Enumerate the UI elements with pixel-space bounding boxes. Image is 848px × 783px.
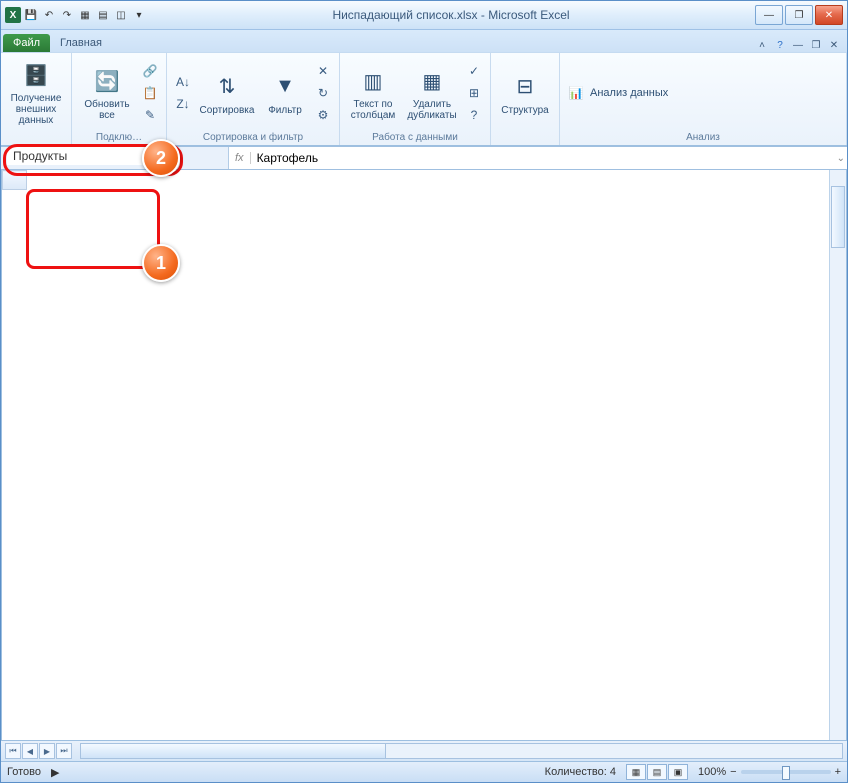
qat-icon[interactable]: ◫ xyxy=(113,7,129,23)
zoom-in-button[interactable]: + xyxy=(835,766,841,778)
whatif-icon[interactable]: ? xyxy=(464,105,484,125)
status-count: Количество: 4 xyxy=(545,766,616,778)
select-all-corner[interactable] xyxy=(3,171,27,190)
sort-asc-icon[interactable]: A↓ xyxy=(173,72,193,92)
spreadsheet-grid[interactable] xyxy=(2,170,27,190)
expand-formula-icon[interactable]: ⌄ xyxy=(837,153,845,164)
ribbon-tab[interactable]: Главная xyxy=(53,33,109,52)
consolidate-icon[interactable]: ⊞ xyxy=(464,83,484,103)
text-to-columns-button[interactable]: ▥Текст по столбцам xyxy=(346,60,400,126)
view-normal-icon[interactable]: ▦ xyxy=(626,764,646,780)
reapply-icon[interactable]: ↻ xyxy=(313,83,333,103)
name-box[interactable]: ▼ xyxy=(7,147,158,165)
view-layout-icon[interactable]: ▤ xyxy=(647,764,667,780)
worksheet-area: 1 xyxy=(1,170,847,740)
view-pagebreak-icon[interactable]: ▣ xyxy=(668,764,688,780)
mdi-restore-icon[interactable]: ❐ xyxy=(809,38,823,52)
callout-1: 1 xyxy=(142,244,180,282)
macro-icon[interactable]: ▶ xyxy=(51,766,59,779)
excel-window: X 💾 ↶ ↷ ▦ ▤ ◫ ▾ Ниспадающий список.xlsx … xyxy=(0,0,848,783)
fx-icon[interactable]: fx xyxy=(229,152,251,164)
analysis-icon: 📊 xyxy=(566,83,586,103)
formula-bar-row: 2 ▼ fx ⌄ xyxy=(1,146,847,170)
window-title: Ниспадающий список.xlsx - Microsoft Exce… xyxy=(147,8,755,22)
ribbon-tabs: Файл Главная ˄ ? — ❐ ✕ xyxy=(1,30,847,52)
ribbon-min-icon[interactable]: ˄ xyxy=(755,38,769,52)
minimize-button[interactable]: — xyxy=(755,5,783,25)
sheet-nav-prev-icon[interactable]: ◀ xyxy=(22,743,38,759)
save-icon[interactable]: 💾 xyxy=(23,7,39,23)
redo-icon[interactable]: ↷ xyxy=(59,7,75,23)
file-tab[interactable]: Файл xyxy=(3,34,50,52)
vertical-scrollbar[interactable] xyxy=(829,170,846,740)
titlebar: X 💾 ↶ ↷ ▦ ▤ ◫ ▾ Ниспадающий список.xlsx … xyxy=(1,1,847,30)
callout-2: 2 xyxy=(142,139,180,177)
sheet-tab-bar: ⏮ ◀ ▶ ⏭ xyxy=(1,740,847,761)
zoom-out-button[interactable]: − xyxy=(730,766,736,778)
excel-icon: X xyxy=(5,7,21,23)
horizontal-scrollbar[interactable] xyxy=(80,743,843,759)
mdi-close-icon[interactable]: ✕ xyxy=(827,38,841,52)
help-icon[interactable]: ? xyxy=(773,38,787,52)
mdi-min-icon[interactable]: — xyxy=(791,38,805,52)
sort-button[interactable]: ⇅Сортировка xyxy=(197,60,257,126)
advanced-icon[interactable]: ⚙ xyxy=(313,105,333,125)
external-data-button[interactable]: 🗄️Получение внешних данных xyxy=(7,60,65,126)
formula-input[interactable] xyxy=(251,149,847,167)
filter-button[interactable]: ▼Фильтр xyxy=(261,60,309,126)
data-validation-icon[interactable]: ✓ xyxy=(464,61,484,81)
name-box-input[interactable] xyxy=(7,147,157,165)
zoom-slider[interactable] xyxy=(741,770,831,774)
quick-access-toolbar: X 💾 ↶ ↷ ▦ ▤ ◫ ▾ xyxy=(5,7,147,23)
connections-icon[interactable]: 🔗 xyxy=(140,61,160,81)
zoom-level[interactable]: 100% xyxy=(698,766,726,778)
sheet-nav-next-icon[interactable]: ▶ xyxy=(39,743,55,759)
window-controls: — ❐ ✕ xyxy=(755,5,843,25)
undo-icon[interactable]: ↶ xyxy=(41,7,57,23)
status-ready: Готово xyxy=(7,766,41,778)
remove-duplicates-button[interactable]: ▦Удалить дубликаты xyxy=(404,60,460,126)
qat-dropdown-icon[interactable]: ▾ xyxy=(131,7,147,23)
close-button[interactable]: ✕ xyxy=(815,5,843,25)
edit-links-icon[interactable]: ✎ xyxy=(140,105,160,125)
qat-icon[interactable]: ▤ xyxy=(95,7,111,23)
maximize-button[interactable]: ❐ xyxy=(785,5,813,25)
sheet-nav-last-icon[interactable]: ⏭ xyxy=(56,743,72,759)
status-bar: Готово ▶ Количество: 4 ▦ ▤ ▣ 100% − + xyxy=(1,761,847,782)
refresh-all-button[interactable]: 🔄Обновить все xyxy=(78,60,136,126)
properties-icon[interactable]: 📋 xyxy=(140,83,160,103)
qat-icon[interactable]: ▦ xyxy=(77,7,93,23)
sheet-nav-first-icon[interactable]: ⏮ xyxy=(5,743,21,759)
clear-filter-icon[interactable]: ✕ xyxy=(313,61,333,81)
ribbon: 🗄️Получение внешних данных 🔄Обновить все… xyxy=(1,52,847,146)
structure-button[interactable]: ⊟Структура xyxy=(497,60,553,126)
formula-bar[interactable]: fx ⌄ xyxy=(228,147,847,169)
data-analysis-button[interactable]: 📊Анализ данных xyxy=(566,83,668,103)
sort-desc-icon[interactable]: Z↓ xyxy=(173,94,193,114)
